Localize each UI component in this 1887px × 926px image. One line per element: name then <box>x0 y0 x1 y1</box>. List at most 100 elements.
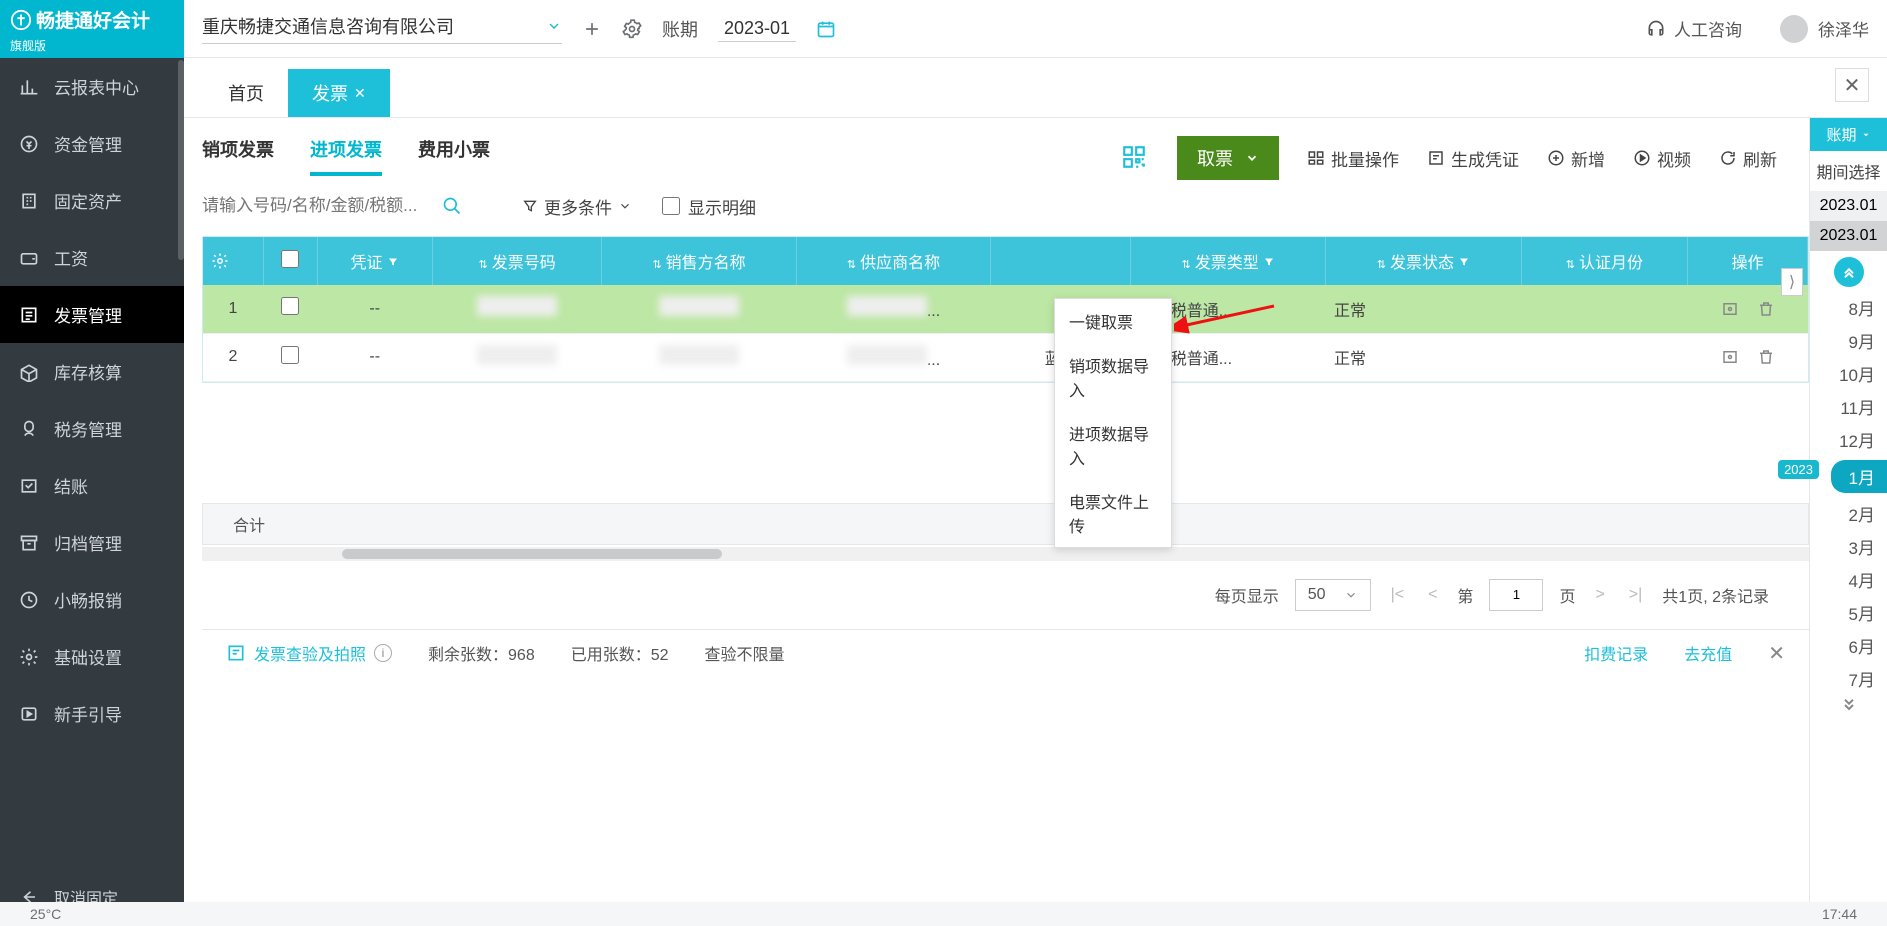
rail-month[interactable]: 6月 <box>1849 633 1875 658</box>
consult-link[interactable]: 人工咨询 <box>1646 16 1742 41</box>
recharge-link[interactable]: 去充值 <box>1684 641 1732 665</box>
rail-month[interactable]: 2月 <box>1849 501 1875 526</box>
sidebar-item-invoice[interactable]: 发票管理 <box>0 286 184 343</box>
rail-month[interactable]: 9月 <box>1849 328 1875 353</box>
get-invoice-button[interactable]: 取票 <box>1177 136 1279 180</box>
th-voucher[interactable]: 凭证 <box>317 237 432 285</box>
video-help[interactable]: 视频 <box>1633 146 1691 171</box>
generate-voucher[interactable]: 生成凭证 <box>1427 146 1519 171</box>
rail-month[interactable]: 11月 <box>1840 394 1875 419</box>
subtab-sales[interactable]: 销项发票 <box>202 136 274 176</box>
tax-icon <box>18 418 40 440</box>
rail-month[interactable]: 12月 <box>1839 427 1875 452</box>
page-input[interactable] <box>1489 579 1543 611</box>
scroll-down-icon[interactable] <box>1841 697 1857 713</box>
cell-redacted <box>659 296 739 316</box>
rail-month-current[interactable]: 1月 <box>1831 460 1887 493</box>
table-row[interactable]: 1 -- ... 增值税普通... 正常 <box>203 285 1808 333</box>
select-all-checkbox[interactable] <box>281 250 299 268</box>
sidebar-item-closebook[interactable]: 结账 <box>0 457 184 514</box>
page-next[interactable]: > <box>1591 586 1608 604</box>
th-settings[interactable] <box>203 237 263 285</box>
th-label: 发票号码 <box>492 255 556 272</box>
close-icon[interactable]: ✕ <box>1768 641 1785 666</box>
tab-home[interactable]: 首页 <box>204 69 288 117</box>
batch-action[interactable]: 批量操作 <box>1307 146 1399 171</box>
rail-month[interactable]: 4月 <box>1849 567 1875 592</box>
horizontal-scrollbar[interactable] <box>202 547 1809 561</box>
tab-close-icon[interactable]: ✕ <box>354 85 366 102</box>
settings-icon[interactable] <box>622 19 642 39</box>
th-label: 发票状态 <box>1390 255 1454 272</box>
search-input[interactable] <box>202 190 442 222</box>
dropdown-item-purchase-import[interactable]: 进项数据导入 <box>1055 411 1171 479</box>
rail-month[interactable]: 7月 <box>1849 666 1875 691</box>
sidebar-item-assets[interactable]: 固定资产 <box>0 172 184 229</box>
sidebar-item-reports[interactable]: 云报表中心 <box>0 58 184 115</box>
refresh[interactable]: 刷新 <box>1719 146 1777 171</box>
qr-icon[interactable] <box>1121 144 1149 172</box>
table-row[interactable]: 2 -- ... 蓝票 增值税普通... 正常 <box>203 333 1808 381</box>
rail-month[interactable]: 3月 <box>1849 534 1875 559</box>
sidebar-item-label: 工资 <box>54 245 88 270</box>
tab-invoice[interactable]: 发票✕ <box>288 69 390 117</box>
view-icon[interactable] <box>1721 300 1739 318</box>
rail-month[interactable]: 10月 <box>1839 361 1875 386</box>
rail-year[interactable]: 2023.01 <box>1810 191 1887 221</box>
page-first[interactable]: |< <box>1387 586 1409 604</box>
rail-year-selected[interactable]: 2023.01 <box>1810 221 1887 251</box>
sidebar: 畅捷通好会计 旗舰版 云报表中心 资金管理 固定资产 工资 发票管理 库存核算 … <box>0 0 184 926</box>
close-all-tabs[interactable]: ✕ <box>1835 68 1869 102</box>
sidebar-item-expense[interactable]: 小畅报销 <box>0 571 184 628</box>
sidebar-item-guide[interactable]: 新手引导 <box>0 685 184 742</box>
more-conditions[interactable]: 更多条件 <box>522 194 632 219</box>
cell-index: 2 <box>203 333 263 381</box>
per-page-select[interactable]: 50 <box>1295 579 1371 611</box>
add-invoice[interactable]: 新增 <box>1547 146 1605 171</box>
th-checkbox[interactable] <box>263 237 317 285</box>
th-seller[interactable]: ⇅销售方名称 <box>602 237 796 285</box>
th-status[interactable]: ⇅发票状态 <box>1326 237 1521 285</box>
calendar-icon[interactable] <box>816 19 836 39</box>
row-checkbox[interactable] <box>281 346 299 364</box>
sidebar-item-archive[interactable]: 归档管理 <box>0 514 184 571</box>
delete-icon[interactable] <box>1757 300 1775 318</box>
th-type[interactable]: ⇅发票类型 <box>1131 237 1326 285</box>
period-value[interactable]: 2023-01 <box>718 16 796 42</box>
delete-icon[interactable] <box>1757 348 1775 366</box>
show-detail-checkbox[interactable]: 显示明细 <box>662 194 756 219</box>
company-selector[interactable]: 重庆畅捷交通信息咨询有限公司 <box>202 13 562 44</box>
charge-log-link[interactable]: 扣费记录 <box>1584 641 1648 665</box>
th-hidden <box>991 237 1131 285</box>
rail-collapse[interactable]: ⟩ <box>1781 268 1803 296</box>
sidebar-item-settings[interactable]: 基础设置 <box>0 628 184 685</box>
th-supplier[interactable]: ⇅供应商名称 <box>796 237 990 285</box>
rail-month[interactable]: 8月 <box>1849 295 1875 320</box>
sidebar-item-funds[interactable]: 资金管理 <box>0 115 184 172</box>
rail-header[interactable]: 账期 <box>1810 118 1887 151</box>
th-cert-month[interactable]: ⇅认证月份 <box>1521 237 1687 285</box>
view-icon[interactable] <box>1721 348 1739 366</box>
verify-link[interactable]: 发票查验及拍照i <box>226 641 392 665</box>
rail-month[interactable]: 5月 <box>1849 600 1875 625</box>
page-prev[interactable]: < <box>1424 586 1441 604</box>
dropdown-item-sales-import[interactable]: 销项数据导入 <box>1055 343 1171 411</box>
search-icon[interactable] <box>442 196 462 216</box>
dropdown-item-einvoice-upload[interactable]: 电票文件上传 <box>1055 479 1171 547</box>
th-invoice-no[interactable]: ⇅发票号码 <box>432 237 601 285</box>
add-company-icon[interactable] <box>582 19 602 39</box>
info-icon[interactable]: i <box>374 644 392 662</box>
sidebar-item-inventory[interactable]: 库存核算 <box>0 343 184 400</box>
page-last[interactable]: >| <box>1625 586 1647 604</box>
scrollbar-thumb[interactable] <box>342 549 722 559</box>
sidebar-item-salary[interactable]: 工资 <box>0 229 184 286</box>
scroll-top-icon[interactable] <box>1834 257 1864 287</box>
subtab-purchase[interactable]: 进项发票 <box>310 136 382 176</box>
dropdown-item-onekey[interactable]: 一键取票 <box>1055 299 1171 343</box>
user-menu[interactable]: 徐泽华 <box>1780 15 1869 43</box>
subtab-expense[interactable]: 费用小票 <box>418 136 490 176</box>
checkbox-input[interactable] <box>662 197 680 215</box>
chevron-down-icon <box>1344 588 1358 602</box>
row-checkbox[interactable] <box>281 297 299 315</box>
sidebar-item-tax[interactable]: 税务管理 <box>0 400 184 457</box>
